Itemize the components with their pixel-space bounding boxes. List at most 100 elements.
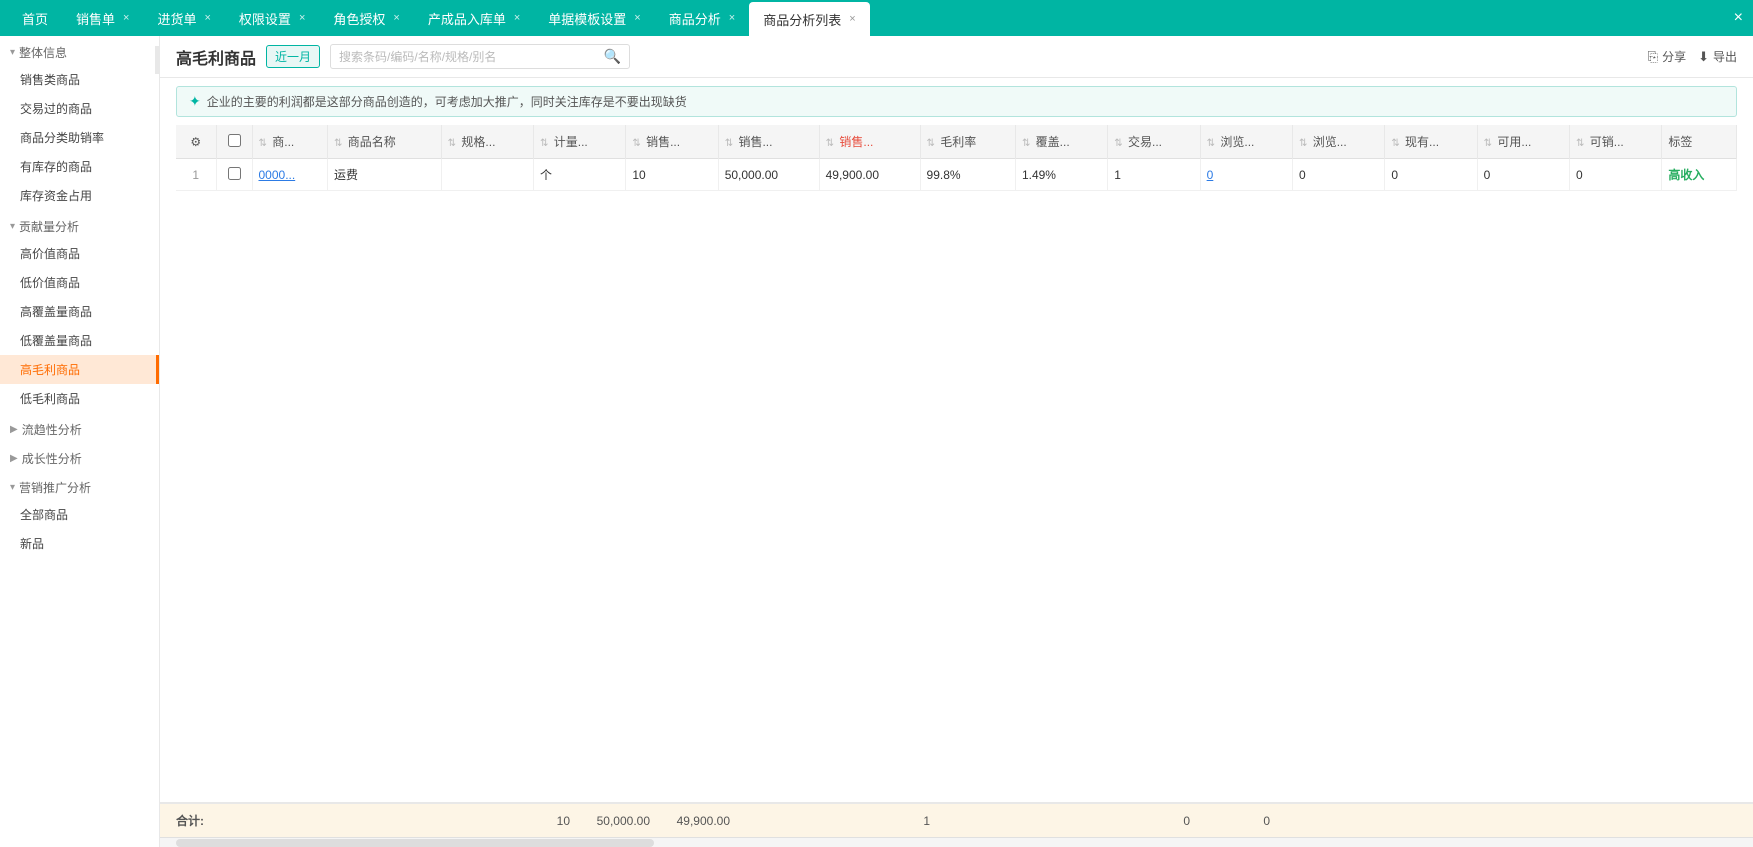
col-name[interactable]: ⇅ 商品名称 <box>328 125 442 159</box>
sidebar-group-overall[interactable]: ▾ 整体信息 <box>0 36 159 65</box>
search-input[interactable] <box>339 50 600 64</box>
sidebar-group-growth[interactable]: ▶ 成长性分析 <box>0 442 159 471</box>
header-actions: ⎘ 分享 ⬇ 导出 <box>1648 48 1737 65</box>
nav-tab-template[interactable]: 单据模板设置 × <box>534 0 654 36</box>
close-window-icon[interactable]: × <box>1734 9 1743 27</box>
sidebar-group-contribution[interactable]: ▾ 贡献量分析 <box>0 210 159 239</box>
search-box: 🔍 <box>330 44 630 69</box>
nav-tab-analysis-list[interactable]: 商品分析列表 × <box>749 2 869 36</box>
cell-coverage: 1.49% <box>1015 159 1107 191</box>
sidebar-item-low-coverage[interactable]: 低覆盖量商品 <box>0 326 159 355</box>
footer-label: 合计: <box>176 812 236 829</box>
share-button[interactable]: ⎘ 分享 <box>1648 48 1686 65</box>
page-title: 高毛利商品 <box>176 45 256 69</box>
sort-trade-count-icon: ⇅ <box>1114 138 1122 149</box>
sidebar-group-trend[interactable]: ▶ 流趋性分析 <box>0 413 159 442</box>
col-code[interactable]: ⇅ 商... <box>252 125 328 159</box>
content-header: 高毛利商品 近一月 🔍 ⎘ 分享 ⬇ 导出 <box>160 36 1753 78</box>
col-saleable-stock[interactable]: ⇅ 可销... <box>1570 125 1662 159</box>
close-role-tab[interactable]: × <box>393 12 399 24</box>
sidebar-item-high-margin[interactable]: 高毛利商品 <box>0 355 159 384</box>
row-checkbox[interactable] <box>228 167 241 180</box>
trend-arrow-icon: ▶ <box>10 424 18 435</box>
table-row: 1 0000... 运费 个 10 50,000.00 49,900.00 99… <box>176 159 1737 191</box>
sort-browse2-icon: ⇅ <box>1299 138 1307 149</box>
settings-icon[interactable]: ⚙ <box>190 135 201 149</box>
sidebar-item-low-margin[interactable]: 低毛利商品 <box>0 384 159 413</box>
sidebar-item-stock-capital[interactable]: 库存资金占用 <box>0 181 159 210</box>
close-product-in-tab[interactable]: × <box>514 12 520 24</box>
col-sales-qty[interactable]: ⇅ 销售... <box>626 125 718 159</box>
export-button[interactable]: ⬇ 导出 <box>1698 48 1737 65</box>
cell-browse2: 0 <box>1292 159 1384 191</box>
col-trade-count[interactable]: ⇅ 交易... <box>1108 125 1200 159</box>
sidebar-item-traded-goods[interactable]: 交易过的商品 <box>0 94 159 123</box>
cell-unit: 个 <box>534 159 626 191</box>
close-permission-tab[interactable]: × <box>299 12 305 24</box>
col-browse2[interactable]: ⇅ 浏览... <box>1292 125 1384 159</box>
table-header-row: ⚙ ⇅ 商... ⇅ 商品名称 <box>176 125 1737 159</box>
cell-sales-amount: 50,000.00 <box>718 159 819 191</box>
cell-trade-count: 1 <box>1108 159 1200 191</box>
close-sales-tab[interactable]: × <box>123 12 129 24</box>
sidebar-item-high-value[interactable]: 高价值商品 <box>0 239 159 268</box>
sidebar-group-marketing[interactable]: ▾ 营销推广分析 <box>0 471 159 500</box>
info-banner: ✦ 企业的主要的利润都是这部分商品创造的，可考虑加大推广，同时关注库存是不要出现… <box>176 86 1737 117</box>
scrollbar-thumb[interactable] <box>176 839 654 847</box>
cell-browse1[interactable]: 0 <box>1200 159 1292 191</box>
sidebar-item-sales-goods[interactable]: 销售类商品 <box>0 65 159 94</box>
table-wrapper: ⚙ ⇅ 商... ⇅ 商品名称 <box>176 125 1737 802</box>
footer-available-stock: 0 <box>1116 814 1196 828</box>
col-index: ⚙ <box>176 125 216 159</box>
col-checkbox <box>216 125 252 159</box>
sidebar-item-category-rate[interactable]: 商品分类助销率 <box>0 123 159 152</box>
sidebar-toggle[interactable]: « <box>155 46 160 74</box>
sidebar: « ▾ 整体信息 销售类商品 交易过的商品 商品分类助销率 有库存的商品 库存资… <box>0 36 160 847</box>
nav-tab-home[interactable]: 首页 <box>8 0 62 36</box>
footer-saleable-stock: 0 <box>1196 814 1276 828</box>
marketing-arrow-icon: ▾ <box>10 482 15 493</box>
cell-sales-qty: 10 <box>626 159 718 191</box>
footer-trade-count: 1 <box>856 814 936 828</box>
nav-tab-permission[interactable]: 权限设置 × <box>225 0 319 36</box>
sort-sales-cost-icon: ⇅ <box>826 138 834 149</box>
sidebar-item-new-goods[interactable]: 新品 <box>0 529 159 558</box>
col-gross-margin[interactable]: ⇅ 毛利率 <box>920 125 1015 159</box>
sidebar-item-all-goods[interactable]: 全部商品 <box>0 500 159 529</box>
sidebar-item-low-value[interactable]: 低价值商品 <box>0 268 159 297</box>
cell-current-stock: 0 <box>1385 159 1477 191</box>
footer-sales-amount: 50,000.00 <box>576 814 656 828</box>
cell-code[interactable]: 0000... <box>252 159 328 191</box>
nav-tab-product-in[interactable]: 产成品入库单 × <box>414 0 534 36</box>
sidebar-item-high-coverage[interactable]: 高覆盖量商品 <box>0 297 159 326</box>
info-icon: ✦ <box>189 93 201 110</box>
col-available-stock[interactable]: ⇅ 可用... <box>1477 125 1569 159</box>
main-layout: « ▾ 整体信息 销售类商品 交易过的商品 商品分类助销率 有库存的商品 库存资… <box>0 36 1753 847</box>
close-purchase-tab[interactable]: × <box>204 12 210 24</box>
filter-recent-month-button[interactable]: 近一月 <box>266 45 320 68</box>
cell-spec <box>441 159 533 191</box>
col-spec[interactable]: ⇅ 规格... <box>441 125 533 159</box>
sort-available-stock-icon: ⇅ <box>1484 138 1492 149</box>
col-browse1[interactable]: ⇅ 浏览... <box>1200 125 1292 159</box>
horizontal-scrollbar[interactable] <box>160 837 1753 847</box>
sidebar-item-stock-goods[interactable]: 有库存的商品 <box>0 152 159 181</box>
col-tag[interactable]: 标签 <box>1662 125 1737 159</box>
nav-tab-role[interactable]: 角色授权 × <box>319 0 413 36</box>
col-unit[interactable]: ⇅ 计量... <box>534 125 626 159</box>
nav-tab-analysis[interactable]: 商品分析 × <box>655 0 749 36</box>
close-analysis-list-tab[interactable]: × <box>849 13 855 25</box>
cell-index: 1 <box>176 159 216 191</box>
col-coverage[interactable]: ⇅ 覆盖... <box>1015 125 1107 159</box>
cell-tag: 高收入 <box>1662 159 1737 191</box>
nav-tab-sales[interactable]: 销售单 × <box>62 0 143 36</box>
col-sales-amount[interactable]: ⇅ 销售... <box>718 125 819 159</box>
select-all-checkbox[interactable] <box>228 134 241 147</box>
nav-tab-purchase[interactable]: 进货单 × <box>143 0 224 36</box>
search-icon[interactable]: 🔍 <box>604 48 621 65</box>
growth-arrow-icon: ▶ <box>10 453 18 464</box>
col-sales-cost[interactable]: ⇅ 销售... <box>819 125 920 159</box>
col-current-stock[interactable]: ⇅ 现有... <box>1385 125 1477 159</box>
close-analysis-tab[interactable]: × <box>729 12 735 24</box>
close-template-tab[interactable]: × <box>634 12 640 24</box>
